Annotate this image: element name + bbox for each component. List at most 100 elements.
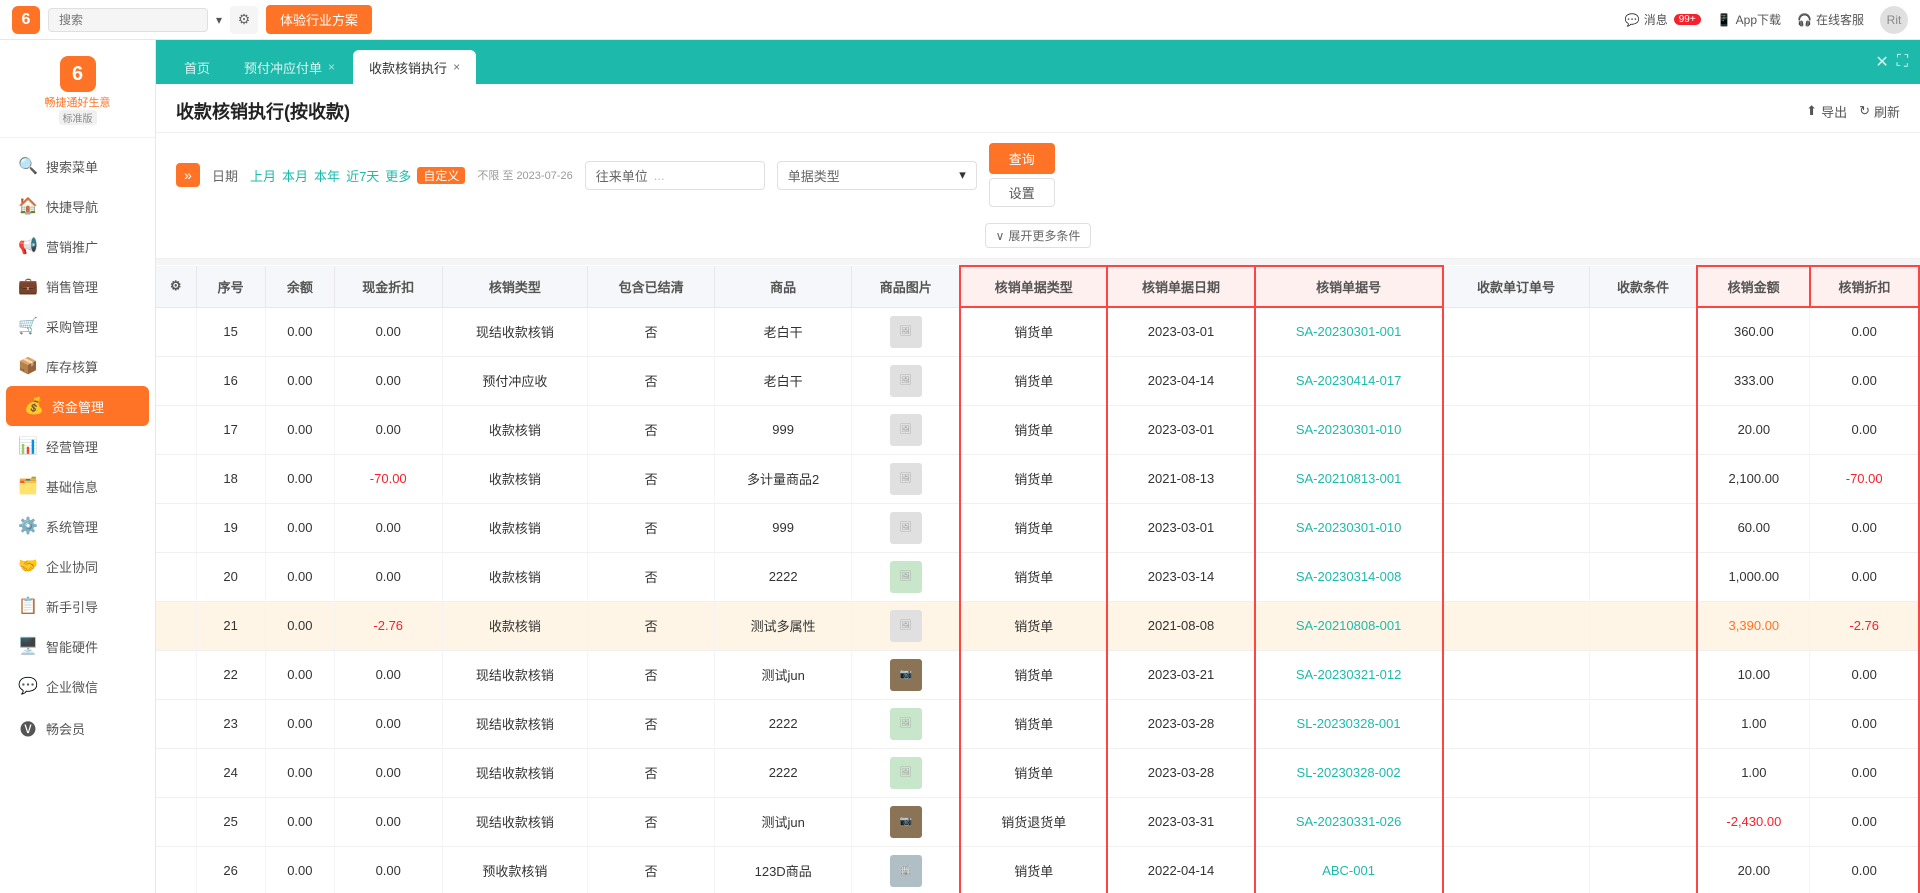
- row-num: 20: [196, 552, 265, 601]
- sidebar-item-member[interactable]: 🅥 畅会员: [0, 706, 155, 750]
- table-row: 160.000.00预付冲应收否老白干🖼销货单2023-04-14SA-2023…: [156, 356, 1919, 405]
- export-button[interactable]: ⬆ 导出: [1806, 102, 1847, 121]
- tab-home[interactable]: 首页: [168, 50, 226, 84]
- messages-button[interactable]: 💬 消息 99+: [1625, 11, 1701, 28]
- query-button[interactable]: 查询: [989, 143, 1055, 174]
- tab-prepay-close-icon[interactable]: ×: [328, 60, 335, 74]
- message-icon: 💬: [1625, 13, 1640, 27]
- row-verify-bill-type: 销货单: [960, 307, 1107, 356]
- row-product: 999: [715, 503, 852, 552]
- row-gear: [156, 552, 196, 601]
- industry-solution-button[interactable]: 体验行业方案: [266, 5, 372, 34]
- row-verify-amount: 1.00: [1697, 699, 1810, 748]
- row-verify-no[interactable]: SA-20230331-026: [1255, 797, 1443, 846]
- tab-expand-icon[interactable]: ⛶: [1897, 53, 1908, 71]
- tab-close-all-icon[interactable]: ✕: [1875, 52, 1888, 72]
- th-receipt-condition: 收款条件: [1589, 266, 1697, 307]
- tab-receipt-close-icon[interactable]: ×: [453, 60, 460, 74]
- sidebar-item-purchase[interactable]: 🛒 采购管理: [0, 306, 155, 346]
- row-included-settled: 否: [588, 748, 715, 797]
- row-verify-discount: 0.00: [1810, 503, 1919, 552]
- top-bar-dropdown[interactable]: ▾: [216, 13, 222, 27]
- sidebar-item-collab[interactable]: 🤝 企业协同: [0, 546, 155, 586]
- app-download-button[interactable]: 📱 App下载: [1717, 11, 1781, 28]
- sidebar-item-wechat[interactable]: 💬 企业微信: [0, 666, 155, 706]
- date-custom-btn[interactable]: 自定义: [417, 167, 465, 184]
- date-7days[interactable]: 近7天: [346, 166, 379, 185]
- page-header: 收款核销执行(按收款) ⬆ 导出 ↻ 刷新: [156, 84, 1920, 133]
- row-num: 22: [196, 650, 265, 699]
- sidebar-item-marketing[interactable]: 📢 营销推广: [0, 226, 155, 266]
- date-filter-label: 日期: [212, 166, 238, 185]
- sidebar-item-hardware[interactable]: 🖥️ 智能硬件: [0, 626, 155, 666]
- app-layout: 6 畅捷通好生意 标准版 🔍 搜索菜单 🏠 快捷导航 📢 营销推广 💼 销售管理…: [0, 40, 1920, 893]
- row-receipt-condition: [1589, 307, 1697, 356]
- row-num: 26: [196, 846, 265, 893]
- sidebar-item-label: 智能硬件: [46, 637, 98, 656]
- search-menu-icon: 🔍: [18, 156, 38, 176]
- row-verify-amount: 3,390.00: [1697, 601, 1810, 650]
- row-product: 多计量商品2: [715, 454, 852, 503]
- avatar[interactable]: Rit: [1880, 6, 1908, 34]
- row-cash-discount: 0.00: [334, 552, 442, 601]
- search-input[interactable]: [48, 8, 208, 32]
- partner-filter-field[interactable]: 往来单位 ...: [585, 161, 765, 190]
- row-verify-no[interactable]: ABC-001: [1255, 846, 1443, 893]
- table-area[interactable]: ⚙ 序号 余额 现金折扣 核销类型 包含已结清 商品 商品图片 核销单据类型 核…: [156, 265, 1920, 893]
- date-last-month[interactable]: 上月: [250, 166, 276, 185]
- date-more[interactable]: 更多: [385, 166, 411, 185]
- sidebar-item-finance[interactable]: 💰 资金管理: [6, 386, 149, 426]
- row-verify-no[interactable]: SA-20210808-001: [1255, 601, 1443, 650]
- row-num: 23: [196, 699, 265, 748]
- export-icon: ⬆: [1806, 103, 1817, 119]
- row-verify-no[interactable]: SA-20230414-017: [1255, 356, 1443, 405]
- row-verify-no[interactable]: SA-20230314-008: [1255, 552, 1443, 601]
- row-verify-no[interactable]: SA-20230301-001: [1255, 307, 1443, 356]
- row-num: 24: [196, 748, 265, 797]
- row-num: 19: [196, 503, 265, 552]
- refresh-button[interactable]: ↻ 刷新: [1859, 102, 1900, 121]
- sidebar-item-basic[interactable]: 🗂️ 基础信息: [0, 466, 155, 506]
- tab-receipt-verify[interactable]: 收款核销执行 ×: [353, 50, 476, 84]
- row-verify-no[interactable]: SA-20230301-010: [1255, 405, 1443, 454]
- row-cash-discount: 0.00: [334, 797, 442, 846]
- online-service-button[interactable]: 🎧 在线客服: [1797, 11, 1864, 28]
- sidebar-item-inventory[interactable]: 📦 库存核算: [0, 346, 155, 386]
- th-receipt-order-no: 收款单订单号: [1443, 266, 1590, 307]
- sidebar-item-business[interactable]: 📊 经营管理: [0, 426, 155, 466]
- row-verify-no[interactable]: SL-20230328-001: [1255, 699, 1443, 748]
- expand-more-label: 展开更多条件: [1008, 227, 1080, 244]
- expand-more-button[interactable]: ∨ 展开更多条件: [985, 223, 1092, 248]
- top-bar-right: 💬 消息 99+ 📱 App下载 🎧 在线客服 Rit: [1625, 6, 1908, 34]
- filter-expand-button[interactable]: »: [176, 163, 200, 187]
- row-verify-amount: 1,000.00: [1697, 552, 1810, 601]
- expand-more-icon: ∨: [996, 229, 1005, 243]
- row-verify-no[interactable]: SA-20230321-012: [1255, 650, 1443, 699]
- row-verify-no[interactable]: SA-20210813-001: [1255, 454, 1443, 503]
- row-cash-discount: 0.00: [334, 650, 442, 699]
- date-this-year[interactable]: 本年: [314, 166, 340, 185]
- sidebar-item-sales[interactable]: 💼 销售管理: [0, 266, 155, 306]
- row-verify-no[interactable]: SA-20230301-010: [1255, 503, 1443, 552]
- date-this-month[interactable]: 本月: [282, 166, 308, 185]
- settings-gear-icon[interactable]: ⚙: [230, 6, 258, 34]
- row-balance: 0.00: [265, 454, 334, 503]
- row-verify-discount: -2.76: [1810, 601, 1919, 650]
- row-gear: [156, 503, 196, 552]
- row-verify-discount: -70.00: [1810, 454, 1919, 503]
- row-verify-type: 收款核销: [442, 405, 588, 454]
- sidebar-item-label: 销售管理: [46, 277, 98, 296]
- row-receipt-order-no: [1443, 846, 1590, 893]
- th-verify-discount: 核销折扣: [1810, 266, 1919, 307]
- tab-prepay[interactable]: 预付冲应付单 ×: [228, 50, 351, 84]
- th-gear[interactable]: ⚙: [156, 266, 196, 307]
- bill-type-filter-field[interactable]: 单据类型 ▾: [777, 161, 977, 190]
- member-icon: 🅥: [18, 716, 38, 740]
- sidebar-item-search[interactable]: 🔍 搜索菜单: [0, 146, 155, 186]
- sidebar-item-shortcut[interactable]: 🏠 快捷导航: [0, 186, 155, 226]
- row-verify-no[interactable]: SL-20230328-002: [1255, 748, 1443, 797]
- sidebar-item-newbie[interactable]: 📋 新手引导: [0, 586, 155, 626]
- row-balance: 0.00: [265, 552, 334, 601]
- sidebar-item-system[interactable]: ⚙️ 系统管理: [0, 506, 155, 546]
- settings-button[interactable]: 设置: [989, 178, 1055, 207]
